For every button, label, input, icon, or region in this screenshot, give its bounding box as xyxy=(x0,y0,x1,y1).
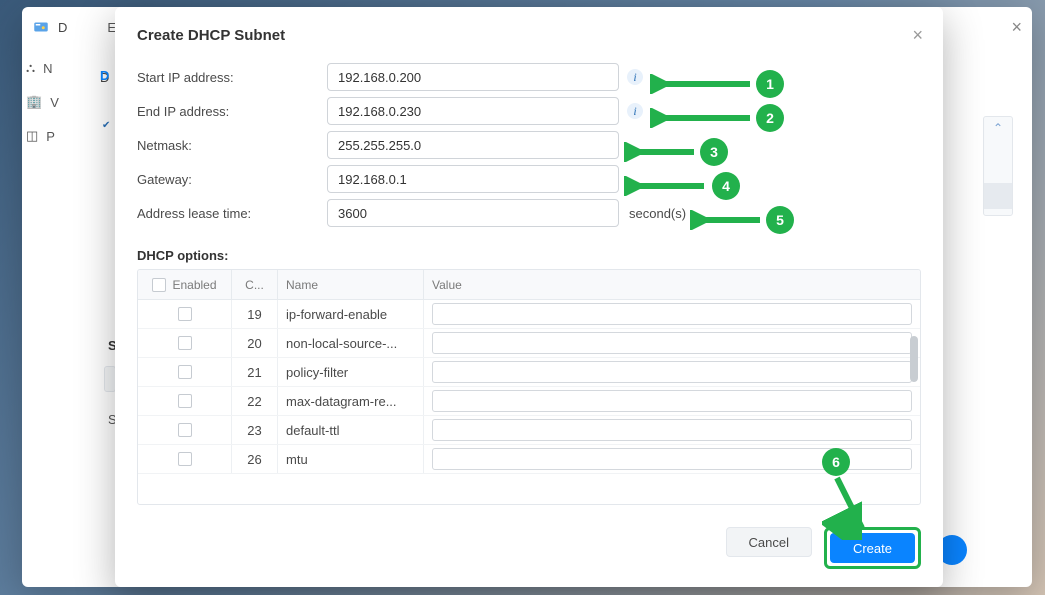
create-button[interactable]: Create xyxy=(830,533,915,563)
bg-title: D xyxy=(58,20,67,35)
row-name-cell: mtu xyxy=(278,445,424,473)
row-value-cell xyxy=(424,387,920,415)
row-value-cell xyxy=(424,300,920,328)
bg-close-icon[interactable]: × xyxy=(1011,17,1022,38)
row-checkbox[interactable] xyxy=(178,336,192,350)
create-button-highlight: Create xyxy=(824,527,921,569)
row-name-cell: non-local-source-... xyxy=(278,329,424,357)
row-enabled-cell xyxy=(138,300,232,328)
option-value-input[interactable] xyxy=(432,419,912,441)
checkmark-icon: ✔ xyxy=(102,120,110,131)
bg-active-d: D xyxy=(100,68,109,83)
modal-footer: Cancel Create xyxy=(115,515,943,587)
bg-sidebar-item-volume[interactable]: 🏢V xyxy=(26,94,114,110)
row-value-cell xyxy=(424,329,920,357)
info-icon[interactable]: i xyxy=(627,103,643,119)
row-enabled-cell xyxy=(138,387,232,415)
option-value-input[interactable] xyxy=(432,303,912,325)
structure-icon: ⛬ xyxy=(26,60,35,76)
modal-header: Create DHCP Subnet × xyxy=(115,7,943,60)
row-name-cell: ip-forward-enable xyxy=(278,300,424,328)
info-icon[interactable]: i xyxy=(627,69,643,85)
cancel-button[interactable]: Cancel xyxy=(726,527,812,557)
bg-sidebar-item-plugin[interactable]: ◫P xyxy=(26,128,114,144)
table-header: Enabled C... Name Value xyxy=(138,270,920,300)
row-code-cell: 22 xyxy=(232,387,278,415)
row-name-cell: max-datagram-re... xyxy=(278,387,424,415)
col-code-label: C... xyxy=(232,270,278,299)
table-row: 22max-datagram-re... xyxy=(138,387,920,416)
row-checkbox[interactable] xyxy=(178,452,192,466)
dhcp-options-table: Enabled C... Name Value 19ip-forward-ena… xyxy=(137,269,921,505)
chevron-up-icon: ⌃ xyxy=(984,117,1012,135)
row-checkbox[interactable] xyxy=(178,423,192,437)
table-scroll[interactable]: 19ip-forward-enable20non-local-source-..… xyxy=(138,300,920,504)
table-row: 19ip-forward-enable xyxy=(138,300,920,329)
row-checkbox[interactable] xyxy=(178,307,192,321)
row-value-cell xyxy=(424,445,920,473)
lease-time-input[interactable] xyxy=(327,199,619,227)
modal-title: Create DHCP Subnet xyxy=(137,27,285,44)
lease-label: Address lease time: xyxy=(137,206,327,221)
row-checkbox[interactable] xyxy=(178,365,192,379)
end-ip-label: End IP address: xyxy=(137,104,327,119)
dhcp-options-heading: DHCP options: xyxy=(137,248,921,263)
netmask-input[interactable] xyxy=(327,131,619,159)
row-enabled-cell xyxy=(138,445,232,473)
col-enabled-label: Enabled xyxy=(172,278,216,292)
row-checkbox[interactable] xyxy=(178,394,192,408)
row-enabled-cell xyxy=(138,329,232,357)
option-value-input[interactable] xyxy=(432,361,912,383)
bg-right-collapse-panel[interactable]: ⌃ xyxy=(983,116,1013,216)
col-value-label: Value xyxy=(424,270,920,299)
start-ip-input[interactable] xyxy=(327,63,619,91)
row-code-cell: 26 xyxy=(232,445,278,473)
row-enabled-cell xyxy=(138,416,232,444)
option-value-input[interactable] xyxy=(432,390,912,412)
row-name-cell: default-ttl xyxy=(278,416,424,444)
end-ip-input[interactable] xyxy=(327,97,619,125)
gateway-label: Gateway: xyxy=(137,172,327,187)
option-value-input[interactable] xyxy=(432,332,912,354)
plugin-icon: ◫ xyxy=(26,128,38,144)
row-code-cell: 19 xyxy=(232,300,278,328)
table-row: 23default-ttl xyxy=(138,416,920,445)
table-row: 26mtu xyxy=(138,445,920,474)
app-icon xyxy=(32,18,50,36)
start-ip-label: Start IP address: xyxy=(137,70,327,85)
gateway-input[interactable] xyxy=(327,165,619,193)
lease-unit-label: second(s) xyxy=(629,206,686,221)
scrollbar-thumb[interactable] xyxy=(910,336,918,382)
row-value-cell xyxy=(424,358,920,386)
table-row: 21policy-filter xyxy=(138,358,920,387)
table-row: 20non-local-source-... xyxy=(138,329,920,358)
col-name-label: Name xyxy=(278,270,424,299)
row-code-cell: 23 xyxy=(232,416,278,444)
netmask-label: Netmask: xyxy=(137,138,327,153)
row-enabled-cell xyxy=(138,358,232,386)
row-code-cell: 20 xyxy=(232,329,278,357)
row-value-cell xyxy=(424,416,920,444)
row-name-cell: policy-filter xyxy=(278,358,424,386)
row-code-cell: 21 xyxy=(232,358,278,386)
create-dhcp-subnet-modal: Create DHCP Subnet × Start IP address: i… xyxy=(115,7,943,587)
close-icon[interactable]: × xyxy=(912,25,923,46)
building-icon: 🏢 xyxy=(26,94,42,110)
option-value-input[interactable] xyxy=(432,448,912,470)
header-checkbox[interactable] xyxy=(152,278,166,292)
